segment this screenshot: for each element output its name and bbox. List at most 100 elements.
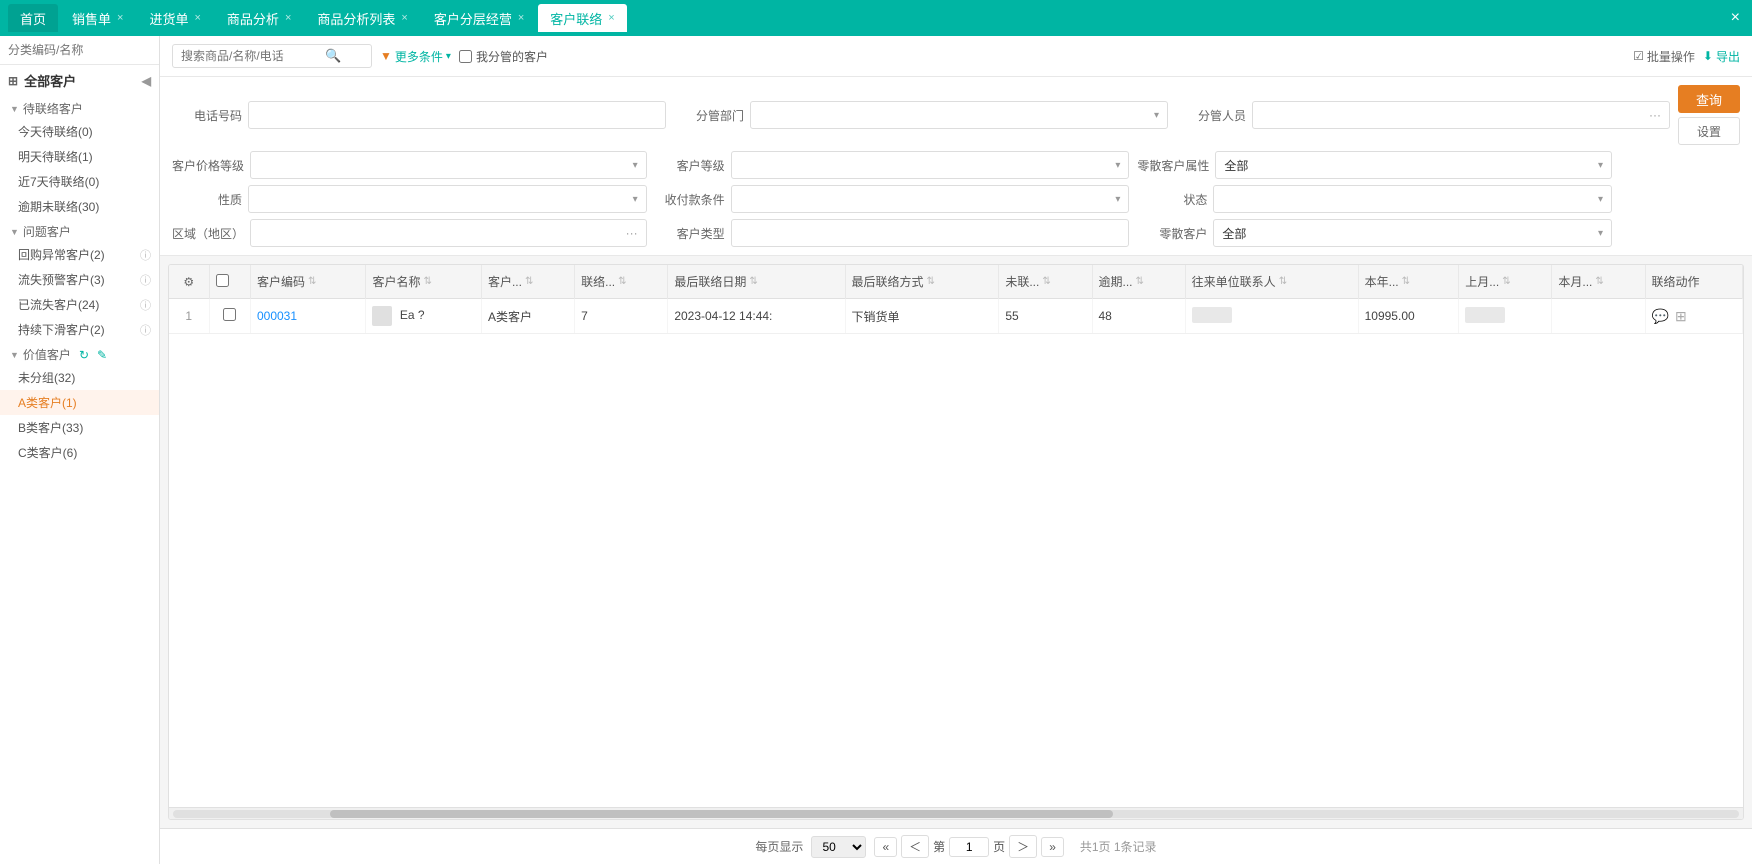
sidebar-item-class-c[interactable]: C类客户(6) [0, 440, 159, 465]
nav-tab-home[interactable]: 首页 [8, 4, 58, 32]
sidebar-item-lost[interactable]: 已流失客户(24) ⓘ [0, 292, 159, 317]
pending-contact-group[interactable]: ▼ 待联络客户 [0, 96, 159, 119]
phone-input[interactable] [248, 101, 666, 129]
sidebar-item-tomorrow[interactable]: 明天待联络(1) [0, 144, 159, 169]
more-conditions-arrow: ▾ [446, 51, 451, 62]
col-this-year-sort[interactable]: 本年... ⇅ [1365, 273, 1410, 290]
nav-tab-customer-segment[interactable]: 客户分层经营 × [422, 4, 536, 32]
close-customer-contact-icon[interactable]: × [608, 12, 614, 24]
col-contact-count-sort[interactable]: 联络... ⇅ [581, 273, 626, 290]
filter-search-box[interactable]: 🔍 [172, 44, 372, 68]
last-contact-method-link[interactable]: 下销货单 [852, 310, 900, 324]
my-customers-checkbox[interactable]: 我分管的客户 [459, 48, 548, 65]
nav-tab-sales[interactable]: 销售单 × [60, 4, 135, 32]
edit-groups-icon[interactable]: ✎ [97, 348, 107, 362]
last-page-button[interactable]: » [1041, 837, 1064, 857]
nav-tab-goods-analysis[interactable]: 商品分析 × [215, 4, 303, 32]
col-customer-code-sort[interactable]: 客户编码 ⇅ [257, 273, 316, 290]
more-conditions-button[interactable]: ▼ 更多条件 ▾ [380, 48, 451, 65]
retail-customer-label: 零散客户 [1137, 225, 1207, 242]
col-last-month-sort[interactable]: 上月... ⇅ [1465, 273, 1510, 290]
nav-tab-goods-analysis-list[interactable]: 商品分析列表 × [305, 4, 419, 32]
sidebar-item-today[interactable]: 今天待联络(0) [0, 119, 159, 144]
col-last-contact-date-sort[interactable]: 最后联络日期 ⇅ [674, 273, 757, 290]
batch-ops-button[interactable]: ☑ 批量操作 [1633, 48, 1695, 65]
prev-page-button[interactable]: ＜ [901, 835, 929, 858]
sidebar-item-declining[interactable]: 持续下滑客户(2) ⓘ [0, 317, 159, 342]
retail-attr-select[interactable]: 全部 ▾ [1215, 151, 1612, 179]
sidebar-item-class-b[interactable]: B类客户(33) [0, 415, 159, 440]
export-icon: ⬇ [1703, 49, 1713, 63]
col-settings[interactable]: ⚙ [169, 265, 209, 299]
scrollbar-track [173, 810, 1739, 818]
page-input[interactable] [949, 837, 989, 857]
select-all-checkbox[interactable] [216, 274, 229, 287]
nav-tab-customer-contact[interactable]: 客户联络 × [538, 4, 626, 32]
collapse-icon[interactable]: ◀ [142, 74, 151, 88]
payment-select[interactable]: ▾ [731, 185, 1130, 213]
filter-search-input[interactable] [181, 49, 321, 63]
refresh-icon[interactable]: ↻ [79, 348, 89, 362]
sidebar-search-input[interactable] [8, 43, 160, 57]
all-customers-header[interactable]: ⊞ 全部客户 ◀ [0, 65, 159, 96]
value-customers-group[interactable]: ▼ 价值客户 ↻ ✎ [0, 342, 159, 365]
sidebar-item-abnormal[interactable]: 回购异常客户(2) ⓘ [0, 242, 159, 267]
export-button[interactable]: ⬇ 导出 [1703, 48, 1740, 65]
close-goods-analysis-icon[interactable]: × [285, 12, 291, 24]
price-grade-select[interactable]: ▾ [250, 151, 647, 179]
col-unit-contact-sort[interactable]: 往来单位联系人 ⇅ [1192, 273, 1287, 290]
sidebar-item-7days[interactable]: 近7天待联络(0) [0, 169, 159, 194]
nature-select[interactable]: ▾ [248, 185, 647, 213]
nav-tab-purchase[interactable]: 进货单 × [137, 4, 212, 32]
col-last-contact-method-sort[interactable]: 最后联络方式 ⇅ [852, 273, 935, 290]
customer-type-input[interactable] [731, 219, 1130, 247]
col-this-month-sort[interactable]: 本月... ⇅ [1558, 273, 1603, 290]
col-checkbox[interactable] [209, 265, 250, 299]
last-contact-method-cell[interactable]: 下销货单 [845, 299, 999, 334]
class-a-label: A类客户(1) [18, 394, 77, 411]
grid-action-icon[interactable]: ⊞ [1675, 308, 1687, 325]
retail-customer-select[interactable]: 全部 ▾ [1213, 219, 1612, 247]
manager-input[interactable]: ··· [1252, 101, 1670, 129]
page-size-select[interactable]: 20 50 100 200 [811, 836, 866, 858]
info-icon-1: ⓘ [140, 247, 151, 263]
customer-name-cell[interactable]: Ea ? [366, 299, 482, 334]
col-customer-name-sort[interactable]: 客户名称 ⇅ [372, 273, 431, 290]
col-customer-type-sort[interactable]: 客户... ⇅ [488, 273, 533, 290]
top-nav: 首页 销售单 × 进货单 × 商品分析 × 商品分析列表 × 客户分层经营 × … [0, 0, 1752, 36]
dept-select[interactable]: ▾ [750, 101, 1168, 129]
query-button[interactable]: 查询 [1678, 85, 1740, 113]
close-sales-icon[interactable]: × [117, 12, 123, 24]
sidebar-item-ungrouped[interactable]: 未分组(32) [0, 365, 159, 390]
filter-search-icon[interactable]: 🔍 [325, 48, 341, 64]
region-input[interactable]: ··· [250, 219, 647, 247]
chat-action-icon[interactable]: 💬 [1652, 308, 1669, 325]
row-checkbox-cell[interactable] [209, 299, 250, 334]
main-layout: 🔍 ⊞ 全部客户 ◀ ▼ 待联络客户 今天待联络(0) 明天待联络(1) 近7天… [0, 36, 1752, 864]
sidebar-item-class-a[interactable]: A类客户(1) [0, 390, 159, 415]
settings-button[interactable]: 设置 [1678, 117, 1740, 145]
my-customers-check[interactable] [459, 50, 472, 63]
sort-icon-12: ⇅ [1595, 276, 1603, 287]
close-goods-analysis-list-icon[interactable]: × [401, 12, 407, 24]
close-customer-segment-icon[interactable]: × [518, 12, 524, 24]
close-all-button[interactable]: × [1727, 5, 1744, 31]
status-select[interactable]: ▾ [1213, 185, 1612, 213]
col-no-contact-days-sort[interactable]: 未联... ⇅ [1005, 273, 1050, 290]
first-page-button[interactable]: « [874, 837, 897, 857]
horizontal-scrollbar[interactable] [169, 807, 1743, 819]
settings-gear-icon[interactable]: ⚙ [183, 275, 194, 289]
data-table: ⚙ 客户编码 ⇅ [169, 265, 1743, 334]
page-label: 第 [933, 838, 945, 855]
next-page-button[interactable]: ＞ [1009, 835, 1037, 858]
sidebar-item-warning[interactable]: 流失预警客户(3) ⓘ [0, 267, 159, 292]
problem-customers-group[interactable]: ▼ 问题客户 [0, 219, 159, 242]
sidebar-item-overdue[interactable]: 逾期未联络(30) [0, 194, 159, 219]
this-year-cell: 10995.00 [1358, 299, 1459, 334]
close-purchase-icon[interactable]: × [194, 12, 200, 24]
row-checkbox[interactable] [223, 308, 236, 321]
customer-grade-select[interactable]: ▾ [731, 151, 1130, 179]
col-overdue-sort[interactable]: 逾期... ⇅ [1099, 273, 1144, 290]
customer-code-cell[interactable]: 000031 [250, 299, 366, 334]
retail-attr-value: 全部 [1224, 157, 1248, 174]
